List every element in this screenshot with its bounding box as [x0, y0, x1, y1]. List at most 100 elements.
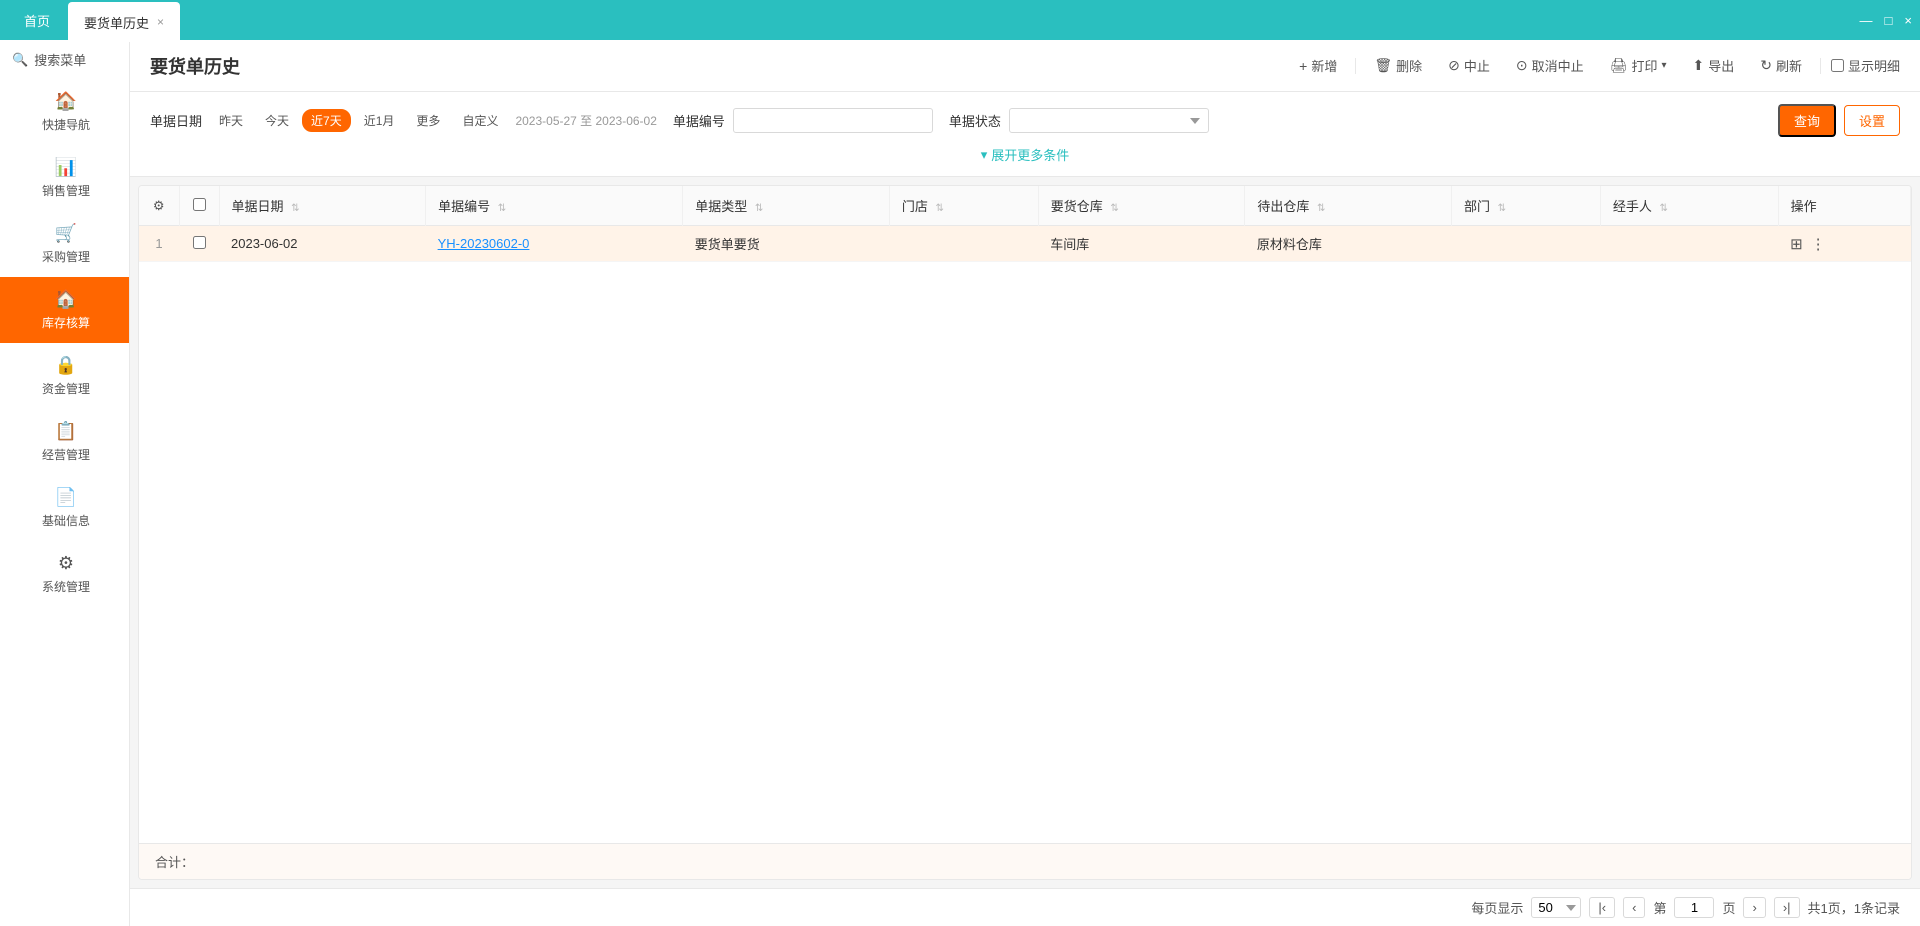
th-pending-warehouse: 待出仓库 ⇅ [1245, 186, 1452, 226]
sort-billtype-icon[interactable]: ⇅ [755, 203, 763, 214]
operations-icon: 📋 [55, 421, 77, 442]
close-button[interactable]: × [1904, 13, 1912, 28]
table-footer: 合计： [139, 843, 1911, 879]
tab-requisition-history[interactable]: 要货单历史 × [68, 2, 180, 42]
filter-group-date: 单据日期 昨天 今天 近7天 近1月 更多 自定义 2023-05-27 至 2… [150, 109, 657, 132]
minimize-button[interactable]: — [1860, 13, 1873, 28]
th-dept: 部门 ⇅ [1451, 186, 1600, 226]
sidebar-item-operations[interactable]: 📋 经营管理 [0, 409, 129, 475]
billno-input[interactable] [733, 108, 933, 133]
sort-billno-icon[interactable]: ⇅ [498, 203, 506, 214]
page-title: 要货单历史 [150, 53, 240, 79]
refresh-icon: ↻ [1760, 57, 1772, 74]
tab-close-icon[interactable]: × [157, 15, 164, 29]
table-area: ⚙ 单据日期 ⇅ 单据编号 ⇅ [138, 185, 1912, 880]
refresh-label: 刷新 [1776, 56, 1802, 75]
last-page-button[interactable]: ›| [1774, 897, 1800, 918]
th-req-warehouse-label: 要货仓库 [1051, 199, 1103, 214]
display-cell-toggle[interactable]: 显示明细 [1831, 56, 1900, 75]
delete-icon: 🗑 [1374, 57, 1392, 74]
td-row-num: 1 [139, 226, 179, 262]
suspend-button[interactable]: ⊘ 中止 [1440, 52, 1498, 79]
delete-button[interactable]: 🗑 删除 [1366, 52, 1430, 79]
td-req-warehouse: 车间库 [1038, 226, 1245, 262]
sidebar-item-quicknav[interactable]: 🏠 快捷导航 [0, 79, 129, 145]
date-btn-custom[interactable]: 自定义 [453, 109, 507, 132]
th-billtype-label: 单据类型 [695, 199, 747, 214]
system-icon: ⚙ [58, 553, 74, 574]
sidebar-label-quicknav: 快捷导航 [42, 116, 90, 133]
sort-date-icon[interactable]: ⇅ [291, 203, 299, 214]
sidebar-item-purchase[interactable]: 🛒 采购管理 [0, 211, 129, 277]
next-page-button[interactable]: › [1743, 897, 1765, 918]
row-checkbox[interactable] [193, 236, 206, 249]
filter-bar: 单据日期 昨天 今天 近7天 近1月 更多 自定义 2023-05-27 至 2… [130, 92, 1920, 177]
maximize-button[interactable]: □ [1885, 13, 1893, 28]
cancel-suspend-button[interactable]: ⊙ 取消中止 [1508, 52, 1592, 79]
filter-group-status: 单据状态 [949, 108, 1209, 133]
sidebar-item-basicinfo[interactable]: 📄 基础信息 [0, 475, 129, 541]
inventory-icon: 🏠 [55, 289, 77, 310]
date-btn-more[interactable]: 更多 [407, 109, 449, 132]
sidebar-item-system[interactable]: ⚙ 系统管理 [0, 541, 129, 607]
sort-store-icon[interactable]: ⇅ [936, 203, 944, 214]
search-label: 搜索菜单 [34, 50, 86, 69]
more-action-icon[interactable]: ⋮ [1811, 235, 1826, 253]
td-date: 2023-06-02 [219, 226, 426, 262]
page-number-input[interactable] [1674, 897, 1714, 918]
td-actions: ⊞ ⋮ [1778, 226, 1910, 262]
view-action-icon[interactable]: ⊞ [1790, 235, 1803, 253]
top-bar: 首页 要货单历史 × — □ × [0, 0, 1920, 40]
td-billno-link[interactable]: YH-20230602-0 [438, 236, 530, 251]
sort-req-warehouse-icon[interactable]: ⇅ [1110, 203, 1118, 214]
td-pending-warehouse: 原材料仓库 [1245, 226, 1452, 262]
date-btn-1month[interactable]: 近1月 [355, 109, 404, 132]
sidebar-item-sales[interactable]: 📊 销售管理 [0, 145, 129, 211]
date-btn-7days[interactable]: 近7天 [302, 109, 351, 132]
sidebar-label-finance: 资金管理 [42, 380, 90, 397]
tab-home-label: 首页 [24, 11, 50, 30]
row-action-buttons: ⊞ ⋮ [1790, 235, 1898, 253]
expand-more-button[interactable]: ▾ 展开更多条件 [150, 145, 1900, 164]
settings-button[interactable]: 设置 [1844, 105, 1900, 136]
pagination-bar: 每页显示 50 100 200 |‹ ‹ 第 页 › ›| 共1页，1条记录 [130, 888, 1920, 926]
sidebar-item-inventory[interactable]: 🏠 库存核算 [0, 277, 129, 343]
th-req-warehouse: 要货仓库 ⇅ [1038, 186, 1245, 226]
export-button[interactable]: ⬆ 导出 [1684, 52, 1742, 79]
sidebar-item-finance[interactable]: 🔒 资金管理 [0, 343, 129, 409]
th-settings[interactable]: ⚙ [139, 186, 179, 226]
sidebar: 🔍 搜索菜单 🏠 快捷导航 📊 销售管理 🛒 采购管理 🏠 库存核算 🔒 资金管… [0, 40, 130, 926]
refresh-button[interactable]: ↻ 刷新 [1752, 52, 1810, 79]
query-button[interactable]: 查询 [1778, 104, 1836, 137]
search-icon: 🔍 [12, 52, 28, 68]
date-filter-label: 单据日期 [150, 111, 202, 130]
prev-page-button[interactable]: ‹ [1623, 897, 1645, 918]
td-handler [1600, 226, 1778, 262]
tab-home[interactable]: 首页 [8, 0, 66, 40]
first-page-button[interactable]: |‹ [1589, 897, 1615, 918]
th-handler: 经手人 ⇅ [1600, 186, 1778, 226]
content-area: 要货单历史 + 新增 🗑 删除 ⊘ 中止 ⊙ 取消中止 [130, 40, 1920, 926]
purchase-icon: 🛒 [55, 223, 77, 244]
total-info: 共1页，1条记录 [1808, 898, 1900, 917]
status-select[interactable] [1009, 108, 1209, 133]
export-icon: ⬆ [1692, 57, 1704, 74]
sort-pending-warehouse-icon[interactable]: ⇅ [1317, 203, 1325, 214]
date-btn-yesterday[interactable]: 昨天 [210, 109, 252, 132]
tab-requisition-label: 要货单历史 [84, 13, 149, 32]
sort-handler-icon[interactable]: ⇅ [1660, 203, 1668, 214]
sidebar-label-basicinfo: 基础信息 [42, 512, 90, 529]
td-store [889, 226, 1038, 262]
per-page-select[interactable]: 50 100 200 [1531, 897, 1581, 918]
th-actions: 操作 [1778, 186, 1910, 226]
display-cell-label: 显示明细 [1848, 56, 1900, 75]
display-cell-checkbox[interactable] [1831, 59, 1844, 72]
sort-dept-icon[interactable]: ⇅ [1498, 203, 1506, 214]
print-button[interactable]: 🖨 打印 ▾ [1602, 52, 1675, 79]
table-wrapper: ⚙ 单据日期 ⇅ 单据编号 ⇅ [139, 186, 1911, 843]
new-button[interactable]: + 新增 [1291, 52, 1345, 79]
date-btn-today[interactable]: 今天 [256, 109, 298, 132]
sidebar-search[interactable]: 🔍 搜索菜单 [0, 40, 129, 79]
select-all-checkbox[interactable] [193, 198, 206, 211]
finance-icon: 🔒 [55, 355, 77, 376]
